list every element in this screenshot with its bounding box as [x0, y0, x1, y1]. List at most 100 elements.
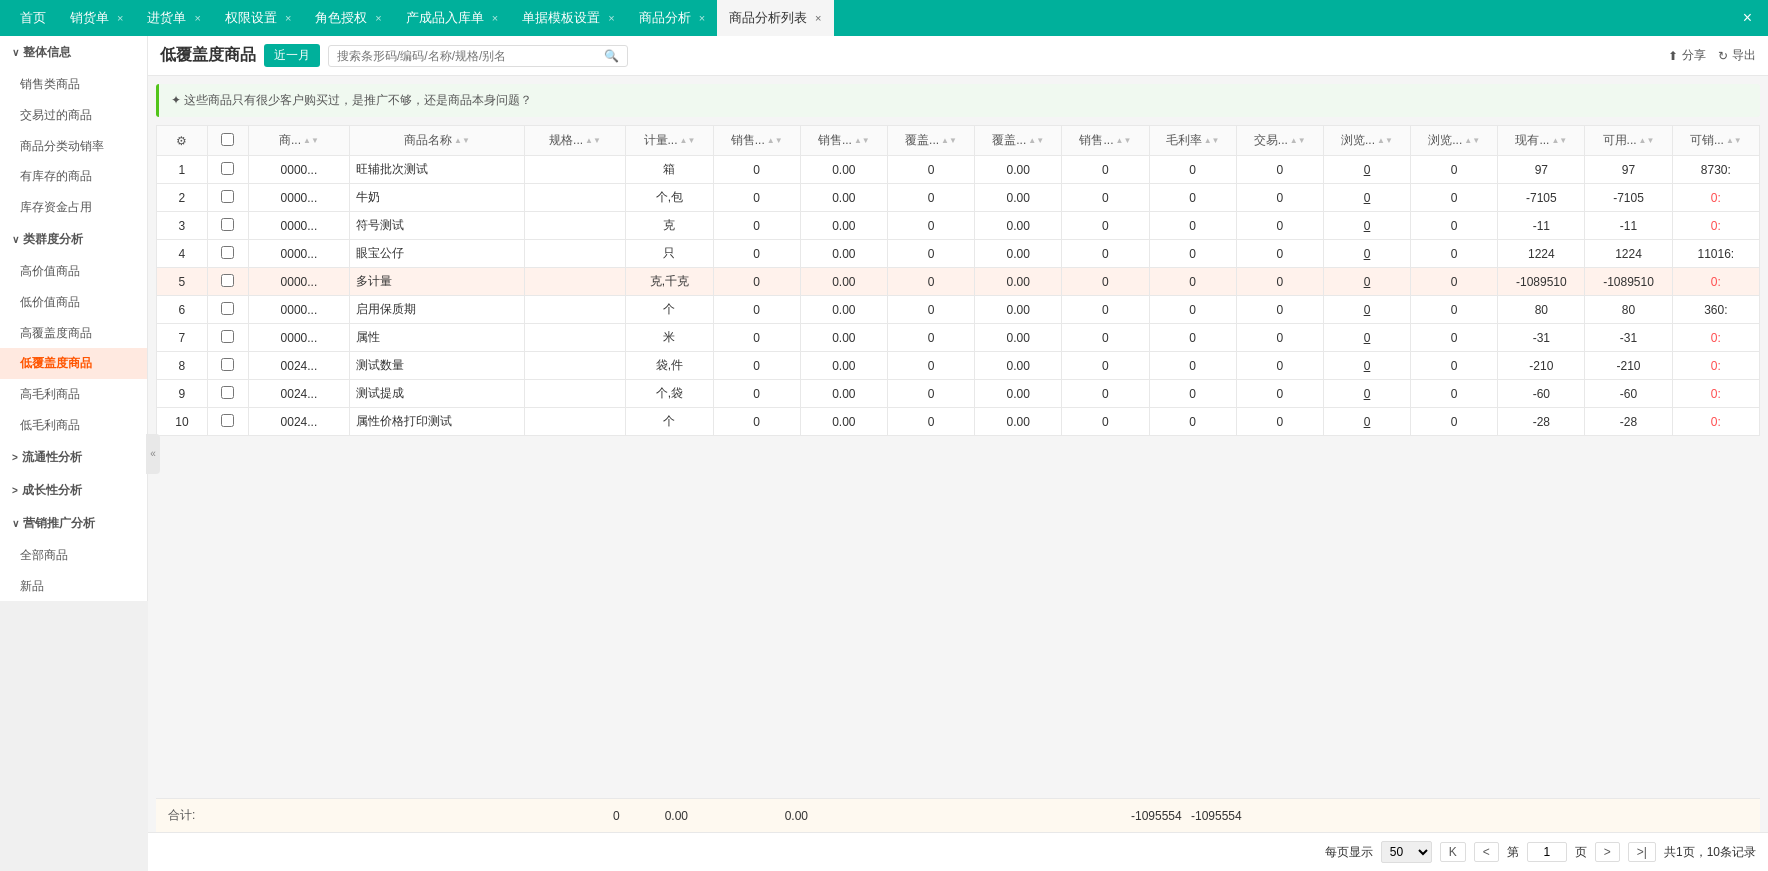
nav-product-analysis-list[interactable]: 商品分析列表 × — [717, 0, 833, 36]
col-header-trade[interactable]: 交易... ▲▼ — [1236, 126, 1323, 156]
row-checkbox[interactable] — [221, 358, 234, 371]
browse-link[interactable]: 0 — [1364, 303, 1371, 317]
col-header-sales-qty[interactable]: 销售... ▲▼ — [713, 126, 800, 156]
nav-product-entry[interactable]: 产成品入库单 × — [394, 0, 510, 36]
cell-check[interactable] — [207, 352, 248, 380]
browse-link[interactable]: 0 — [1364, 219, 1371, 233]
cell-check[interactable] — [207, 240, 248, 268]
sidebar-collapse-button[interactable]: « — [146, 434, 160, 474]
cell-browse1[interactable]: 0 — [1323, 408, 1410, 436]
browse-link[interactable]: 0 — [1364, 163, 1371, 177]
sidebar-item-high-coverage[interactable]: 高覆盖度商品 — [0, 318, 147, 349]
close-all-button[interactable]: × — [1735, 9, 1760, 27]
col-header-usable[interactable]: 可用... ▲▼ — [1585, 126, 1672, 156]
row-checkbox[interactable] — [221, 246, 234, 259]
col-header-saleable[interactable]: 可销... ▲▼ — [1672, 126, 1759, 156]
nav-sales[interactable]: 销货单 × — [58, 0, 135, 36]
close-icon[interactable]: × — [194, 0, 200, 36]
page-size-select[interactable]: 50 100 200 — [1381, 841, 1432, 863]
nav-permissions[interactable]: 权限设置 × — [213, 0, 303, 36]
col-header-cover1[interactable]: 覆盖... ▲▼ — [887, 126, 974, 156]
export-button[interactable]: ↻ 导出 — [1718, 47, 1756, 64]
sidebar-item-capital[interactable]: 库存资金占用 — [0, 192, 147, 223]
browse-link[interactable]: 0 — [1364, 387, 1371, 401]
cell-check[interactable] — [207, 324, 248, 352]
col-header-gear[interactable]: ⚙ — [157, 126, 208, 156]
sidebar-item-category-rate[interactable]: 商品分类动销率 — [0, 131, 147, 162]
nav-home[interactable]: 首页 — [8, 0, 58, 36]
col-header-spec[interactable]: 规格... ▲▼ — [524, 126, 626, 156]
close-icon[interactable]: × — [492, 0, 498, 36]
sidebar-item-in-stock[interactable]: 有库存的商品 — [0, 161, 147, 192]
browse-link[interactable]: 0 — [1364, 415, 1371, 429]
nav-product-analysis[interactable]: 商品分析 × — [627, 0, 717, 36]
cell-check[interactable] — [207, 184, 248, 212]
col-header-cover2[interactable]: 覆盖... ▲▼ — [975, 126, 1062, 156]
close-icon[interactable]: × — [285, 0, 291, 36]
col-header-browse1[interactable]: 浏览... ▲▼ — [1323, 126, 1410, 156]
col-header-name[interactable]: 商品名称 ▲▼ — [350, 126, 524, 156]
browse-link[interactable]: 0 — [1364, 247, 1371, 261]
browse-link[interactable]: 0 — [1364, 331, 1371, 345]
col-header-code[interactable]: 商... ▲▼ — [248, 126, 350, 156]
sidebar-item-low-coverage[interactable]: 低覆盖度商品 — [0, 348, 147, 379]
sidebar-item-sales-goods[interactable]: 销售类商品 — [0, 69, 147, 100]
close-icon[interactable]: × — [117, 0, 123, 36]
close-icon[interactable]: × — [699, 0, 705, 36]
cell-browse1[interactable]: 0 — [1323, 240, 1410, 268]
cell-browse1[interactable]: 0 — [1323, 296, 1410, 324]
prev-page-button[interactable]: < — [1474, 842, 1499, 862]
close-icon[interactable]: × — [375, 0, 381, 36]
share-button[interactable]: ⬆ 分享 — [1668, 47, 1706, 64]
select-all-checkbox[interactable] — [221, 133, 234, 146]
first-page-button[interactable]: K — [1440, 842, 1466, 862]
browse-link[interactable]: 0 — [1364, 275, 1371, 289]
page-input[interactable] — [1527, 842, 1567, 862]
sidebar-item-high-margin[interactable]: 高毛利商品 — [0, 379, 147, 410]
cell-browse1[interactable]: 0 — [1323, 380, 1410, 408]
sidebar-item-low-value[interactable]: 低价值商品 — [0, 287, 147, 318]
sidebar-item-traded-goods[interactable]: 交易过的商品 — [0, 100, 147, 131]
sidebar-item-all-goods[interactable]: 全部商品 — [0, 540, 147, 571]
row-checkbox[interactable] — [221, 190, 234, 203]
cell-check[interactable] — [207, 268, 248, 296]
sidebar-section-cluster[interactable]: ∨ 类群度分析 — [0, 223, 147, 256]
cell-browse1[interactable]: 0 — [1323, 156, 1410, 184]
cell-check[interactable] — [207, 380, 248, 408]
row-checkbox[interactable] — [221, 162, 234, 175]
row-checkbox[interactable] — [221, 330, 234, 343]
cell-browse1[interactable]: 0 — [1323, 268, 1410, 296]
sidebar-section-marketing[interactable]: ∨ 营销推广分析 — [0, 507, 147, 540]
cell-browse1[interactable]: 0 — [1323, 184, 1410, 212]
search-input[interactable] — [337, 49, 600, 63]
col-header-browse2[interactable]: 浏览... ▲▼ — [1411, 126, 1498, 156]
row-checkbox[interactable] — [221, 386, 234, 399]
gear-icon[interactable]: ⚙ — [176, 134, 187, 148]
sidebar-item-low-margin[interactable]: 低毛利商品 — [0, 410, 147, 441]
col-header-current[interactable]: 现有... ▲▼ — [1498, 126, 1585, 156]
cell-browse1[interactable]: 0 — [1323, 352, 1410, 380]
cell-browse1[interactable]: 0 — [1323, 212, 1410, 240]
filter-button[interactable]: 近一月 — [264, 44, 320, 67]
row-checkbox[interactable] — [221, 414, 234, 427]
sidebar-section-overview[interactable]: ∨ 整体信息 — [0, 36, 147, 69]
next-page-button[interactable]: > — [1595, 842, 1620, 862]
nav-roles[interactable]: 角色授权 × — [303, 0, 393, 36]
row-checkbox[interactable] — [221, 218, 234, 231]
close-icon[interactable]: × — [608, 0, 614, 36]
col-header-sales3[interactable]: 销售... ▲▼ — [1062, 126, 1149, 156]
sidebar-item-new-goods[interactable]: 新品 — [0, 571, 147, 602]
close-icon[interactable]: × — [815, 0, 821, 36]
col-header-unit[interactable]: 计量... ▲▼ — [626, 126, 713, 156]
sidebar-section-liquidity[interactable]: > 流通性分析 — [0, 441, 147, 474]
col-header-sales-amt[interactable]: 销售... ▲▼ — [800, 126, 887, 156]
browse-link[interactable]: 0 — [1364, 191, 1371, 205]
cell-check[interactable] — [207, 408, 248, 436]
nav-template[interactable]: 单据模板设置 × — [510, 0, 626, 36]
nav-purchase[interactable]: 进货单 × — [135, 0, 212, 36]
row-checkbox[interactable] — [221, 274, 234, 287]
last-page-button[interactable]: >| — [1628, 842, 1656, 862]
sidebar-section-growth[interactable]: > 成长性分析 — [0, 474, 147, 507]
cell-check[interactable] — [207, 156, 248, 184]
cell-browse1[interactable]: 0 — [1323, 324, 1410, 352]
